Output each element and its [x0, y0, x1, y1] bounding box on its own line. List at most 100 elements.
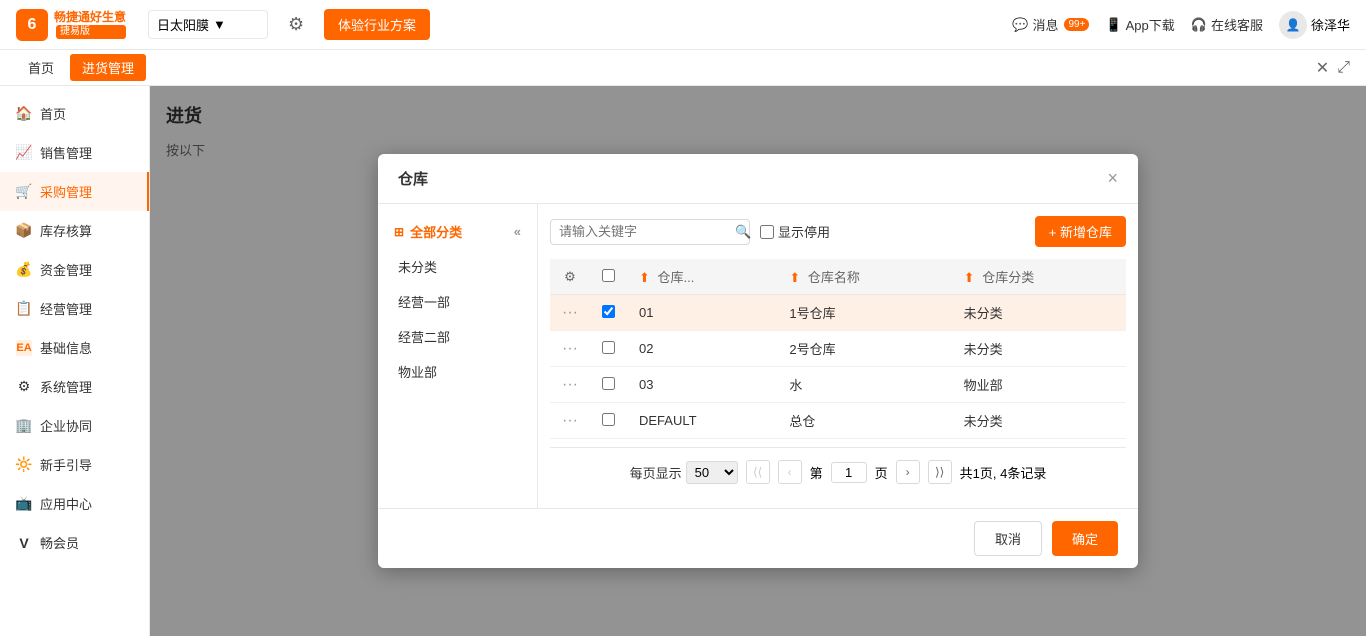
- sort-icon-2: ⬆: [789, 270, 800, 285]
- sidebar-item-system[interactable]: ⚙ 系统管理: [0, 367, 149, 406]
- sidebar-category-dept1[interactable]: 经营一部: [378, 284, 537, 319]
- enterprise-icon: 🏢: [16, 418, 32, 434]
- show-disabled-checkbox[interactable]: [760, 225, 774, 239]
- brand-name: 畅捷通好生意: [54, 10, 126, 24]
- row-code: 03: [627, 367, 777, 403]
- trial-btn[interactable]: 体验行业方案: [324, 9, 430, 40]
- modal-close-icon[interactable]: ×: [1107, 168, 1118, 189]
- row-category: 未分类: [952, 331, 1126, 367]
- member-icon: V: [16, 535, 32, 551]
- customer-service-group[interactable]: 🎧 在线客服: [1191, 15, 1263, 34]
- sidebar-item-app-center[interactable]: 📺 应用中心: [0, 484, 149, 523]
- row-code: 01: [627, 295, 777, 331]
- sidebar-category-dept2[interactable]: 经营二部: [378, 319, 537, 354]
- last-page-btn[interactable]: ⟩⟩: [928, 460, 952, 484]
- table-row[interactable]: ··· 01 1号仓库 未分类: [550, 295, 1126, 331]
- per-page-select[interactable]: 10 20 50 100: [686, 461, 738, 484]
- row-checkbox[interactable]: [602, 377, 615, 390]
- tab-home[interactable]: 首页: [16, 54, 66, 81]
- row-more[interactable]: ···: [550, 403, 590, 439]
- show-disabled-label: 显示停用: [778, 222, 830, 241]
- row-more[interactable]: ···: [550, 295, 590, 331]
- prev-page-btn[interactable]: ‹: [778, 460, 802, 484]
- table-row[interactable]: ··· 03 水 物业部: [550, 367, 1126, 403]
- expand-icon[interactable]: ⤢: [1337, 59, 1350, 77]
- row-checkbox-cell: [590, 403, 627, 439]
- operations-icon: 📋: [16, 301, 32, 317]
- sidebar-item-enterprise[interactable]: 🏢 企业协同: [0, 406, 149, 445]
- row-checkbox[interactable]: [602, 305, 615, 318]
- sidebar-item-member[interactable]: V 畅会员: [0, 523, 149, 562]
- sidebar-item-purchase[interactable]: 🛒 采购管理: [0, 172, 149, 211]
- per-page-label: 每页显示: [630, 463, 682, 482]
- app-download-group[interactable]: 📱 App下载: [1105, 15, 1174, 34]
- messages-group[interactable]: 💬 消息 99+: [1012, 15, 1089, 34]
- user-info[interactable]: 👤 徐泽华: [1279, 11, 1350, 39]
- sidebar-category-property[interactable]: 物业部: [378, 354, 537, 389]
- all-category-label[interactable]: 全部分类: [410, 222, 462, 241]
- more-icon: ···: [562, 412, 578, 429]
- sidebar-item-label: 首页: [40, 104, 66, 123]
- sidebar-item-label: 经营管理: [40, 299, 92, 318]
- sort-icon: ⬆: [639, 270, 650, 285]
- confirm-btn[interactable]: 确定: [1052, 521, 1118, 556]
- th-gear: ⚙: [550, 259, 590, 295]
- sidebar-category-unclassified[interactable]: 未分类: [378, 249, 537, 284]
- warehouse-modal: 仓库 × ⊞ 全部分类 « 未分类 经营一部 经营二部 物业部: [378, 154, 1138, 568]
- add-warehouse-btn[interactable]: + 新增仓库: [1035, 216, 1126, 247]
- row-category: 物业部: [952, 367, 1126, 403]
- app-download-label: App下载: [1126, 15, 1175, 34]
- page-suffix: 页: [875, 463, 888, 482]
- main-content: 进货 按以下 仓库 × ⊞ 全部分类 « 未分类 经营一部 经: [150, 86, 1366, 636]
- sidebar-item-label: 应用中心: [40, 494, 92, 513]
- sidebar-item-finance[interactable]: 💰 资金管理: [0, 250, 149, 289]
- avatar: 👤: [1279, 11, 1307, 39]
- table-row[interactable]: ··· 02 2号仓库 未分类: [550, 331, 1126, 367]
- home-icon: 🏠: [16, 106, 32, 122]
- row-code: DEFAULT: [627, 403, 777, 439]
- sidebar-item-home[interactable]: 🏠 首页: [0, 94, 149, 133]
- sidebar-item-label: 库存核算: [40, 221, 92, 240]
- header-right: 💬 消息 99+ 📱 App下载 🎧 在线客服 👤 徐泽华: [1012, 11, 1350, 39]
- store-selector[interactable]: 日太阳膜 ▼: [148, 10, 268, 39]
- row-category: 未分类: [952, 403, 1126, 439]
- basic-info-icon: EA: [16, 340, 32, 356]
- close-tab-icon[interactable]: ✕: [1316, 58, 1329, 78]
- headset-icon: 🎧: [1191, 17, 1207, 33]
- more-icon: ···: [562, 376, 578, 393]
- table-row[interactable]: ··· DEFAULT 总仓 未分类: [550, 403, 1126, 439]
- tab-purchase[interactable]: 进货管理: [70, 54, 146, 81]
- modal-sidebar: ⊞ 全部分类 « 未分类 经营一部 经营二部 物业部: [378, 204, 538, 508]
- first-page-btn[interactable]: ⟨⟨: [746, 460, 770, 484]
- top-header: 6 畅捷通好生意 捷易版 日太阳膜 ▼ ⚙ 体验行业方案 💬 消息 99+ 📱 …: [0, 0, 1366, 50]
- sidebar-item-operations[interactable]: 📋 经营管理: [0, 289, 149, 328]
- per-page-group: 每页显示 10 20 50 100: [630, 461, 738, 484]
- settings-icon[interactable]: ⚙: [280, 9, 312, 41]
- page-input[interactable]: [831, 462, 867, 483]
- row-name: 总仓: [777, 403, 951, 439]
- row-checkbox[interactable]: [602, 413, 615, 426]
- sidebar-item-sales[interactable]: 📈 销售管理: [0, 133, 149, 172]
- logo-area: 6 畅捷通好生意 捷易版: [16, 9, 126, 41]
- nav-actions: ✕ ⤢: [1316, 58, 1350, 78]
- select-all-checkbox[interactable]: [602, 269, 615, 282]
- app-logo: 6: [16, 9, 48, 41]
- sidebar-item-label: 采购管理: [40, 182, 92, 201]
- next-page-btn[interactable]: ›: [896, 460, 920, 484]
- guide-icon: 🔆: [16, 457, 32, 473]
- modal-main: 🔍 显示停用 + 新增仓库 ⚙: [538, 204, 1138, 508]
- sidebar-item-label: 新手引导: [40, 455, 92, 474]
- app-badge: 捷易版: [56, 25, 126, 39]
- row-more[interactable]: ···: [550, 331, 590, 367]
- row-checkbox[interactable]: [602, 341, 615, 354]
- sidebar-item-basic-info[interactable]: EA 基础信息: [0, 328, 149, 367]
- search-input[interactable]: [559, 224, 735, 239]
- cancel-btn[interactable]: 取消: [974, 521, 1042, 556]
- sidebar-item-label: 系统管理: [40, 377, 92, 396]
- sidebar-item-inventory[interactable]: 📦 库存核算: [0, 211, 149, 250]
- secondary-nav: 首页 进货管理 ✕ ⤢: [0, 50, 1366, 86]
- sidebar-item-guide[interactable]: 🔆 新手引导: [0, 445, 149, 484]
- row-more[interactable]: ···: [550, 367, 590, 403]
- collapse-icon[interactable]: «: [514, 224, 521, 239]
- row-category: 未分类: [952, 295, 1126, 331]
